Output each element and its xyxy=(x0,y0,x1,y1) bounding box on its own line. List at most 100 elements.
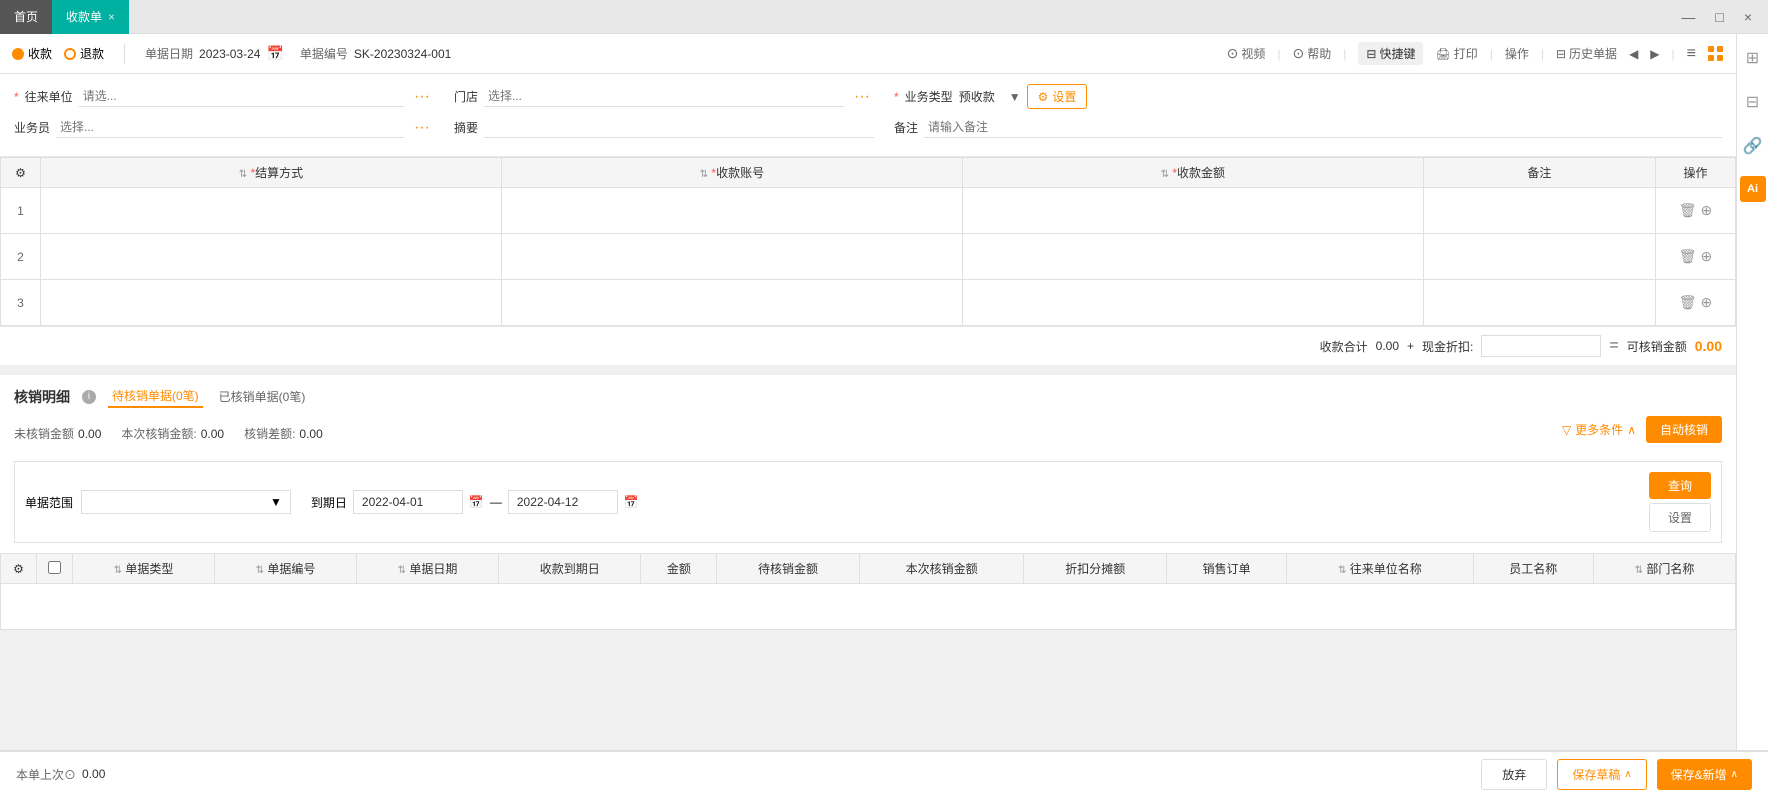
store-input[interactable] xyxy=(484,86,844,107)
form-area: * 往来单位 ··· 门店 ··· * 业务类型 预收款 ▼ ⚙ 设置 xyxy=(0,74,1736,157)
toolbar: 收款 退款 单据日期 2023-03-24 📅 单据编号 SK-20230324… xyxy=(0,34,1736,74)
td-amount-3[interactable] xyxy=(962,280,1423,326)
close-button[interactable]: × xyxy=(1738,7,1758,27)
store-dots-btn[interactable]: ··· xyxy=(850,88,874,106)
counterpart-dots-btn[interactable]: ··· xyxy=(410,88,434,106)
td-account-1[interactable] xyxy=(501,188,962,234)
select-all-checkbox[interactable] xyxy=(48,561,61,574)
main-content: 收款 退款 单据日期 2023-03-24 📅 单据编号 SK-20230324… xyxy=(0,34,1768,784)
sidebar-link-icon[interactable]: 🔗 xyxy=(1739,132,1767,160)
calendar-to-icon[interactable]: 📅 xyxy=(624,495,639,509)
query-button[interactable]: 查询 xyxy=(1649,472,1711,499)
remark-field: 备注 xyxy=(894,117,1722,138)
radio-shoukuan[interactable]: 收款 xyxy=(12,45,52,62)
radio-tuikuan[interactable]: 退款 xyxy=(64,45,104,62)
th-gear[interactable]: ⚙ xyxy=(1,158,41,188)
td-settlement-1[interactable] xyxy=(41,188,502,234)
td-settlement-3[interactable] xyxy=(41,280,502,326)
minimize-button[interactable]: — xyxy=(1675,7,1701,27)
form-row-1: * 往来单位 ··· 门店 ··· * 业务类型 预收款 ▼ ⚙ 设置 xyxy=(14,84,1722,109)
row-copy-icon-2[interactable]: ⊕ xyxy=(1701,248,1713,265)
sidebar-table-icon[interactable]: ⊞ xyxy=(1742,44,1763,72)
abandon-button[interactable]: 放弃 xyxy=(1481,759,1547,790)
calendar-icon[interactable]: 📅 xyxy=(266,45,283,62)
th-amount: 金额 xyxy=(641,554,717,584)
date-from-input[interactable] xyxy=(353,490,463,514)
help-action[interactable]: ⊙ 帮助 xyxy=(1293,45,1332,62)
video-action[interactable]: ⊙ 视频 xyxy=(1227,45,1266,62)
th-amount: ⇅ *收款金额 xyxy=(962,158,1423,188)
th-account: ⇅ *收款账号 xyxy=(501,158,962,188)
save-new-chevron[interactable]: ∧ xyxy=(1731,769,1738,780)
nav-next[interactable]: ▶ xyxy=(1650,47,1659,61)
hexiao-settings-btn[interactable]: 设置 xyxy=(1649,503,1711,532)
auto-cancel-btn[interactable]: 自动核销 xyxy=(1646,416,1722,443)
settings-button[interactable]: ⚙ 设置 xyxy=(1027,84,1088,109)
summary-row: 收款合计 0.00 + 现金折扣: = 可核销金额 0.00 xyxy=(0,326,1736,365)
discount-input[interactable] xyxy=(1481,335,1601,357)
th-type: ⇅ 单据类型 xyxy=(73,554,215,584)
th-staff: 员工名称 xyxy=(1473,554,1593,584)
td-remark-1[interactable] xyxy=(1423,188,1655,234)
tab-current[interactable]: 收款单 × xyxy=(52,0,129,34)
range-select[interactable]: ▼ xyxy=(81,490,291,514)
section-divider xyxy=(0,365,1736,375)
more-filter-btn[interactable]: ▽ 更多条件 ∧ xyxy=(1562,421,1636,438)
hexiao-section: 核销明细 i 待核销单据(0笔) 已核销单据(0笔) 未核销金额 0.00 本次… xyxy=(0,375,1736,553)
save-draft-chevron[interactable]: ∧ xyxy=(1624,769,1631,780)
row-delete-icon-2[interactable]: 🗑 xyxy=(1679,248,1697,265)
layout-icon[interactable]: ≡ xyxy=(1687,45,1696,63)
table-row: 3 🗑 ⊕ xyxy=(1,280,1736,326)
window-controls: — □ × xyxy=(1675,7,1768,27)
table-row: 2 🗑 ⊕ xyxy=(1,234,1736,280)
diff-stat: 核销差额: 0.00 xyxy=(244,425,323,442)
row-delete-icon-1[interactable]: 🗑 xyxy=(1679,202,1697,219)
print-action[interactable]: 🖨 打印 xyxy=(1435,45,1477,62)
maximize-button[interactable]: □ xyxy=(1709,7,1729,27)
save-draft-button[interactable]: 保存草稿 ∧ xyxy=(1557,759,1646,790)
tab-home[interactable]: 首页 xyxy=(0,0,52,34)
td-amount-2[interactable] xyxy=(962,234,1423,280)
staff-dots-btn[interactable]: ··· xyxy=(410,119,434,137)
td-remark-3[interactable] xyxy=(1423,280,1655,326)
remark-input[interactable] xyxy=(924,117,1722,138)
th-settlement: ⇅ *结算方式 xyxy=(41,158,502,188)
biztype-dropdown-btn[interactable]: ▼ xyxy=(1009,90,1021,104)
row-copy-icon-1[interactable]: ⊕ xyxy=(1701,202,1713,219)
hexiao-info-icon[interactable]: i xyxy=(82,390,96,404)
range-dropdown-icon: ▼ xyxy=(270,495,282,509)
th-pending: 待核销金额 xyxy=(717,554,859,584)
single-date-field: 单据日期 2023-03-24 📅 xyxy=(145,45,284,62)
td-remark-2[interactable] xyxy=(1423,234,1655,280)
th-checkbox[interactable] xyxy=(37,554,73,584)
operate-action[interactable]: 操作 xyxy=(1505,45,1529,62)
td-account-3[interactable] xyxy=(501,280,962,326)
nav-prev[interactable]: ◀ xyxy=(1629,47,1638,61)
query-actions: 查询 设置 xyxy=(1649,472,1711,532)
summary-input[interactable] xyxy=(484,117,874,138)
counterpart-input[interactable] xyxy=(79,86,404,107)
shortcut-action[interactable]: ⊟ 快捷键 xyxy=(1358,42,1423,65)
date-to-input[interactable] xyxy=(508,490,618,514)
history-action[interactable]: ⊟ 历史单据 xyxy=(1556,45,1617,62)
pending-tab[interactable]: 待核销单据(0笔) xyxy=(108,385,203,408)
settings-icon: ⚙ xyxy=(1038,90,1049,104)
tab-close-icon[interactable]: × xyxy=(108,10,115,24)
save-new-button[interactable]: 保存&新增 ∧ xyxy=(1657,759,1752,790)
td-settlement-2[interactable] xyxy=(41,234,502,280)
bottom-table-row xyxy=(1,584,1736,630)
calendar-from-icon[interactable]: 📅 xyxy=(469,495,484,509)
right-sidebar: ⊞ ⊟ 🔗 Ai xyxy=(1736,34,1768,796)
done-tab[interactable]: 已核销单据(0笔) xyxy=(215,386,310,407)
td-account-2[interactable] xyxy=(501,234,962,280)
grid-icon[interactable] xyxy=(1708,46,1724,62)
sidebar-doc-icon[interactable]: ⊟ xyxy=(1742,88,1763,116)
sidebar-ai-icon[interactable]: Ai xyxy=(1740,176,1766,202)
staff-input[interactable] xyxy=(56,117,404,138)
row-copy-icon-3[interactable]: ⊕ xyxy=(1701,294,1713,311)
radio-dot-inactive xyxy=(64,48,76,60)
th-gear-bottom[interactable]: ⚙ xyxy=(1,554,37,584)
td-amount-1[interactable] xyxy=(962,188,1423,234)
row-delete-icon-3[interactable]: 🗑 xyxy=(1679,294,1697,311)
stats-row: 未核销金额 0.00 本次核销金额: 0.00 核销差额: 0.00 ▽ 更多条… xyxy=(14,416,1722,451)
